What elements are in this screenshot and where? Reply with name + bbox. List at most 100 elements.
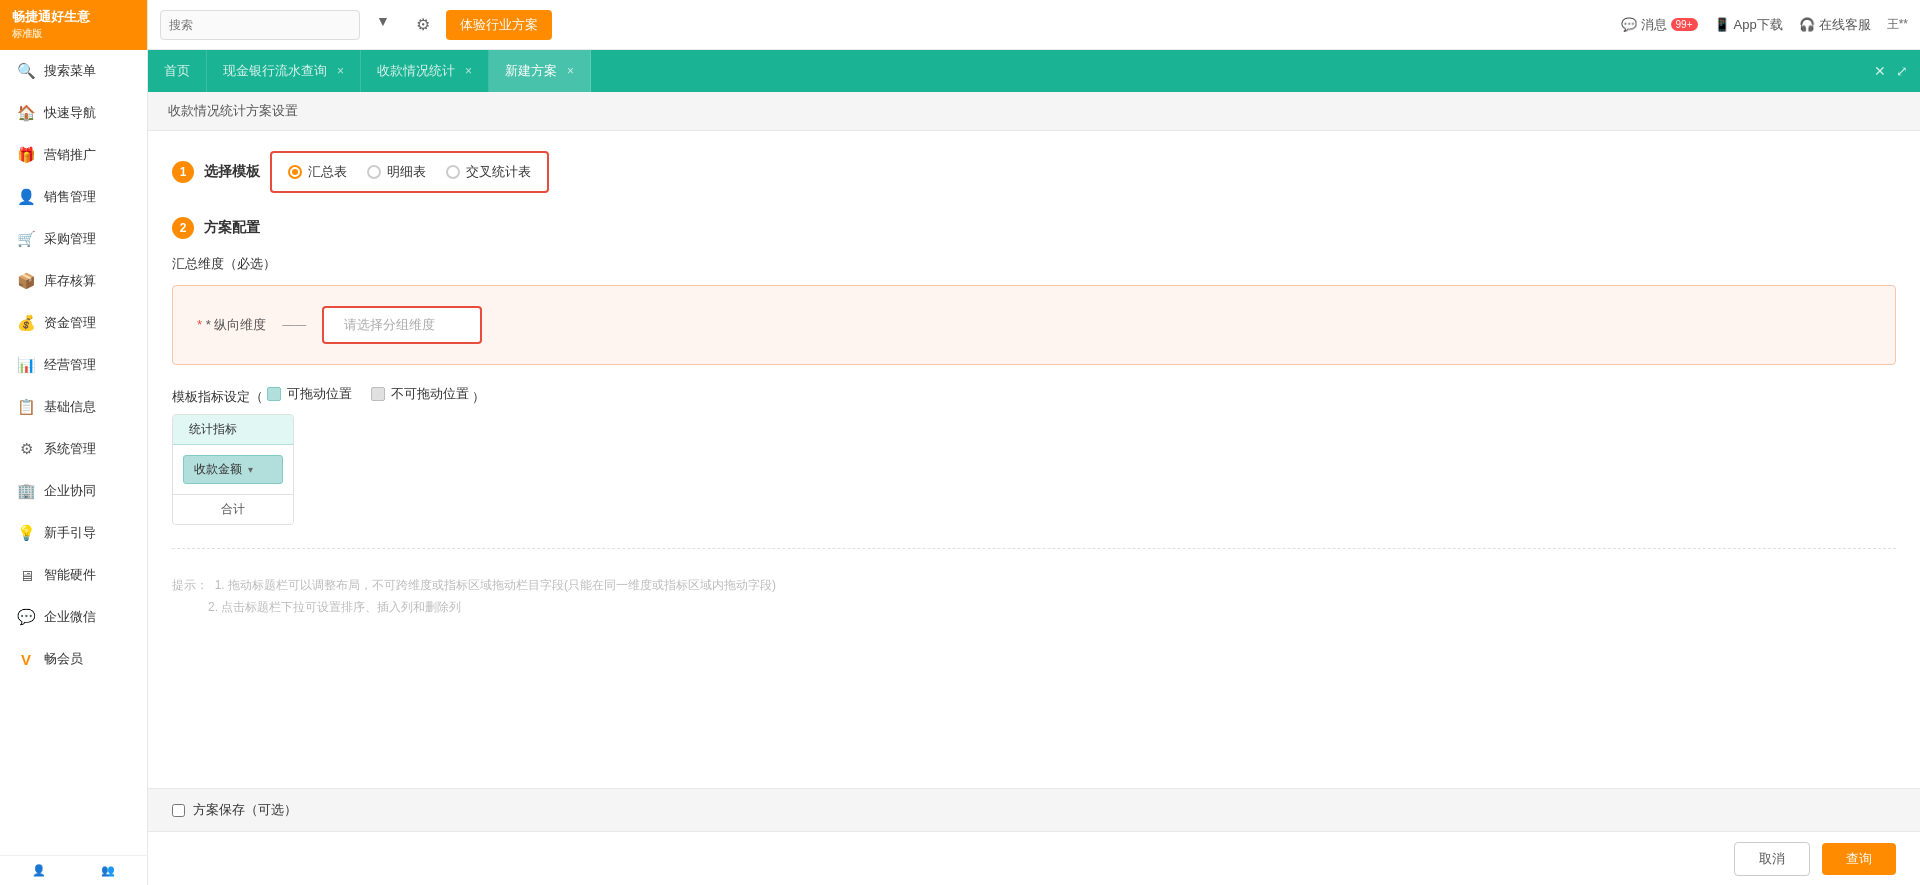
- tab-new-plan-label: 新建方案: [505, 62, 557, 80]
- topbar: ▼ ⚙ 体验行业方案 💬 消息 99+ 📱 App下载 🎧 在线客服 王**: [148, 0, 1920, 50]
- save-checkbox[interactable]: [172, 804, 185, 817]
- metrics-tag-amount[interactable]: 收款金额 ▾: [183, 455, 283, 484]
- dropdown-icon[interactable]: ▼: [376, 13, 400, 37]
- bottom-bar: 取消 查询: [148, 831, 1920, 885]
- message-badge: 99+: [1671, 18, 1698, 31]
- sidebar-item-label: 快速导航: [44, 104, 96, 122]
- sidebar-item-enterprise-coop[interactable]: 🏢 企业协同: [0, 470, 147, 512]
- dimension-title: 汇总维度（必选）: [172, 255, 1896, 273]
- step2-header: 2 方案配置: [172, 217, 1896, 239]
- tab-new-plan-close[interactable]: ×: [567, 64, 574, 78]
- save-checkbox-label[interactable]: 方案保存（可选）: [193, 801, 297, 819]
- step1-section: 1 选择模板 汇总表 明细表 交叉统计表: [172, 151, 1896, 193]
- sidebar-item-label: 搜索菜单: [44, 62, 96, 80]
- sidebar-item-search-menu[interactable]: 🔍 搜索菜单: [0, 50, 147, 92]
- sales-icon: 👤: [16, 188, 36, 206]
- quick-nav-icon: 🏠: [16, 104, 36, 122]
- sidebar-item-sales[interactable]: 👤 销售管理: [0, 176, 147, 218]
- message-icon: 💬: [1621, 17, 1637, 32]
- sidebar-item-label: 资金管理: [44, 314, 96, 332]
- download-btn[interactable]: 📱 App下载: [1714, 16, 1783, 34]
- tab-new-plan[interactable]: 新建方案 ×: [489, 50, 591, 92]
- query-button[interactable]: 查询: [1822, 843, 1896, 875]
- sidebar-item-purchase[interactable]: 🛒 采购管理: [0, 218, 147, 260]
- content-area: 收款情况统计方案设置 1 选择模板 汇总表 明细表: [148, 92, 1920, 831]
- smart-hw-icon: 🖥: [16, 567, 36, 584]
- radio-summary[interactable]: [288, 165, 302, 179]
- radio-crosstab[interactable]: [446, 165, 460, 179]
- username: 王**: [1887, 16, 1908, 33]
- expand-icon[interactable]: ⤢: [1896, 63, 1908, 79]
- tab-receipt-stats-label: 收款情况统计: [377, 62, 455, 80]
- option-summary[interactable]: 汇总表: [288, 163, 347, 181]
- sidebar-item-operation[interactable]: 📊 经营管理: [0, 344, 147, 386]
- trial-button[interactable]: 体验行业方案: [446, 10, 552, 40]
- option-crosstab[interactable]: 交叉统计表: [446, 163, 531, 181]
- group-dimension-select[interactable]: 请选择分组维度: [322, 306, 482, 344]
- cancel-button[interactable]: 取消: [1734, 842, 1810, 876]
- wechat-icon: 💬: [16, 608, 36, 626]
- sidebar-item-marketing[interactable]: 🎁 营销推广: [0, 134, 147, 176]
- tips-area: 提示： 1. 拖动标题栏可以调整布局，不可跨维度或指标区域拖动栏目字段(只能在同…: [172, 565, 1896, 628]
- metrics-table: 统计指标 收款金额 ▾ 合计: [172, 414, 294, 525]
- non-draggable-label: 不可拖动位置: [391, 385, 469, 403]
- finance-icon: 💰: [16, 314, 36, 332]
- sidebar-item-label: 经营管理: [44, 356, 96, 374]
- step2-section: 2 方案配置 汇总维度（必选） * * 纵向维度 —— 请选择分组维度: [172, 217, 1896, 628]
- tab-bank-query-close[interactable]: ×: [337, 64, 344, 78]
- form-area: 1 选择模板 汇总表 明细表 交叉统计表: [148, 131, 1920, 788]
- search-input[interactable]: [160, 10, 360, 40]
- sidebar-item-label: 企业微信: [44, 608, 96, 626]
- arrow-line: ——: [282, 318, 306, 332]
- sidebar-item-system[interactable]: ⚙ 系统管理: [0, 428, 147, 470]
- option-summary-label: 汇总表: [308, 163, 347, 181]
- settings-icon[interactable]: ⚙: [416, 15, 430, 34]
- vertical-dimension-label: * * 纵向维度: [197, 316, 266, 334]
- step1-title: 选择模板: [204, 163, 260, 181]
- basic-info-icon: 📋: [16, 398, 36, 416]
- message-btn[interactable]: 💬 消息 99+: [1621, 16, 1698, 34]
- service-icon: 🎧: [1799, 17, 1815, 32]
- sidebar-item-label: 营销推广: [44, 146, 96, 164]
- main-area: ▼ ⚙ 体验行业方案 💬 消息 99+ 📱 App下载 🎧 在线客服 王** 首…: [148, 0, 1920, 885]
- sidebar-item-quick-nav[interactable]: 🏠 快速导航: [0, 92, 147, 134]
- metrics-total: 合计: [173, 494, 293, 524]
- tabbar: 首页 现金银行流水查询 × 收款情况统计 × 新建方案 × ✕ ⤢: [148, 50, 1920, 92]
- sidebar-item-smart-hw[interactable]: 🖥 智能硬件: [0, 554, 147, 596]
- inventory-icon: 📦: [16, 272, 36, 290]
- enterprise-coop-icon: 🏢: [16, 482, 36, 500]
- sidebar-item-guide[interactable]: 💡 新手引导: [0, 512, 147, 554]
- sidebar-item-basic-info[interactable]: 📋 基础信息: [0, 386, 147, 428]
- sidebar-item-wechat[interactable]: 💬 企业微信: [0, 596, 147, 638]
- sidebar-item-inventory[interactable]: 📦 库存核算: [0, 260, 147, 302]
- sidebar-item-label: 畅会员: [44, 650, 83, 668]
- non-draggable-legend-dot: [371, 387, 385, 401]
- message-label: 消息: [1641, 16, 1667, 34]
- service-label: 在线客服: [1819, 16, 1871, 34]
- sidebar-item-label: 销售管理: [44, 188, 96, 206]
- tab-receipt-stats-close[interactable]: ×: [465, 64, 472, 78]
- metrics-header: 模板指标设定（ 可拖动位置 不可拖动位置 ）: [172, 385, 1896, 406]
- service-btn[interactable]: 🎧 在线客服: [1799, 16, 1871, 34]
- tab-bank-query[interactable]: 现金银行流水查询 ×: [207, 50, 361, 92]
- sidebar-item-finance[interactable]: 💰 资金管理: [0, 302, 147, 344]
- close-window-icon[interactable]: ✕: [1874, 63, 1886, 79]
- draggable-legend-dot: [267, 387, 281, 401]
- sidebar-item-label: 基础信息: [44, 398, 96, 416]
- metrics-tag-container: 收款金额 ▾: [173, 445, 293, 494]
- search-menu-icon: 🔍: [16, 62, 36, 80]
- tab-home[interactable]: 首页: [148, 50, 207, 92]
- footer-save: 方案保存（可选）: [148, 788, 1920, 831]
- option-detail[interactable]: 明细表: [367, 163, 426, 181]
- sidebar: 畅捷通好生意 标准版 🔍 搜索菜单 🏠 快速导航 🎁 营销推广 👤 销售管理 🛒…: [0, 0, 148, 885]
- download-label: App下载: [1734, 16, 1783, 34]
- purchase-icon: 🛒: [16, 230, 36, 248]
- radio-detail[interactable]: [367, 165, 381, 179]
- sidebar-users-btn[interactable]: 👥: [78, 864, 140, 877]
- sidebar-item-member[interactable]: V 畅会员: [0, 638, 147, 680]
- metrics-table-header: 统计指标: [173, 415, 293, 445]
- sidebar-item-label: 智能硬件: [44, 566, 96, 584]
- tab-receipt-stats[interactable]: 收款情况统计 ×: [361, 50, 489, 92]
- sidebar-item-label: 系统管理: [44, 440, 96, 458]
- sidebar-user-btn[interactable]: 👤: [8, 864, 70, 877]
